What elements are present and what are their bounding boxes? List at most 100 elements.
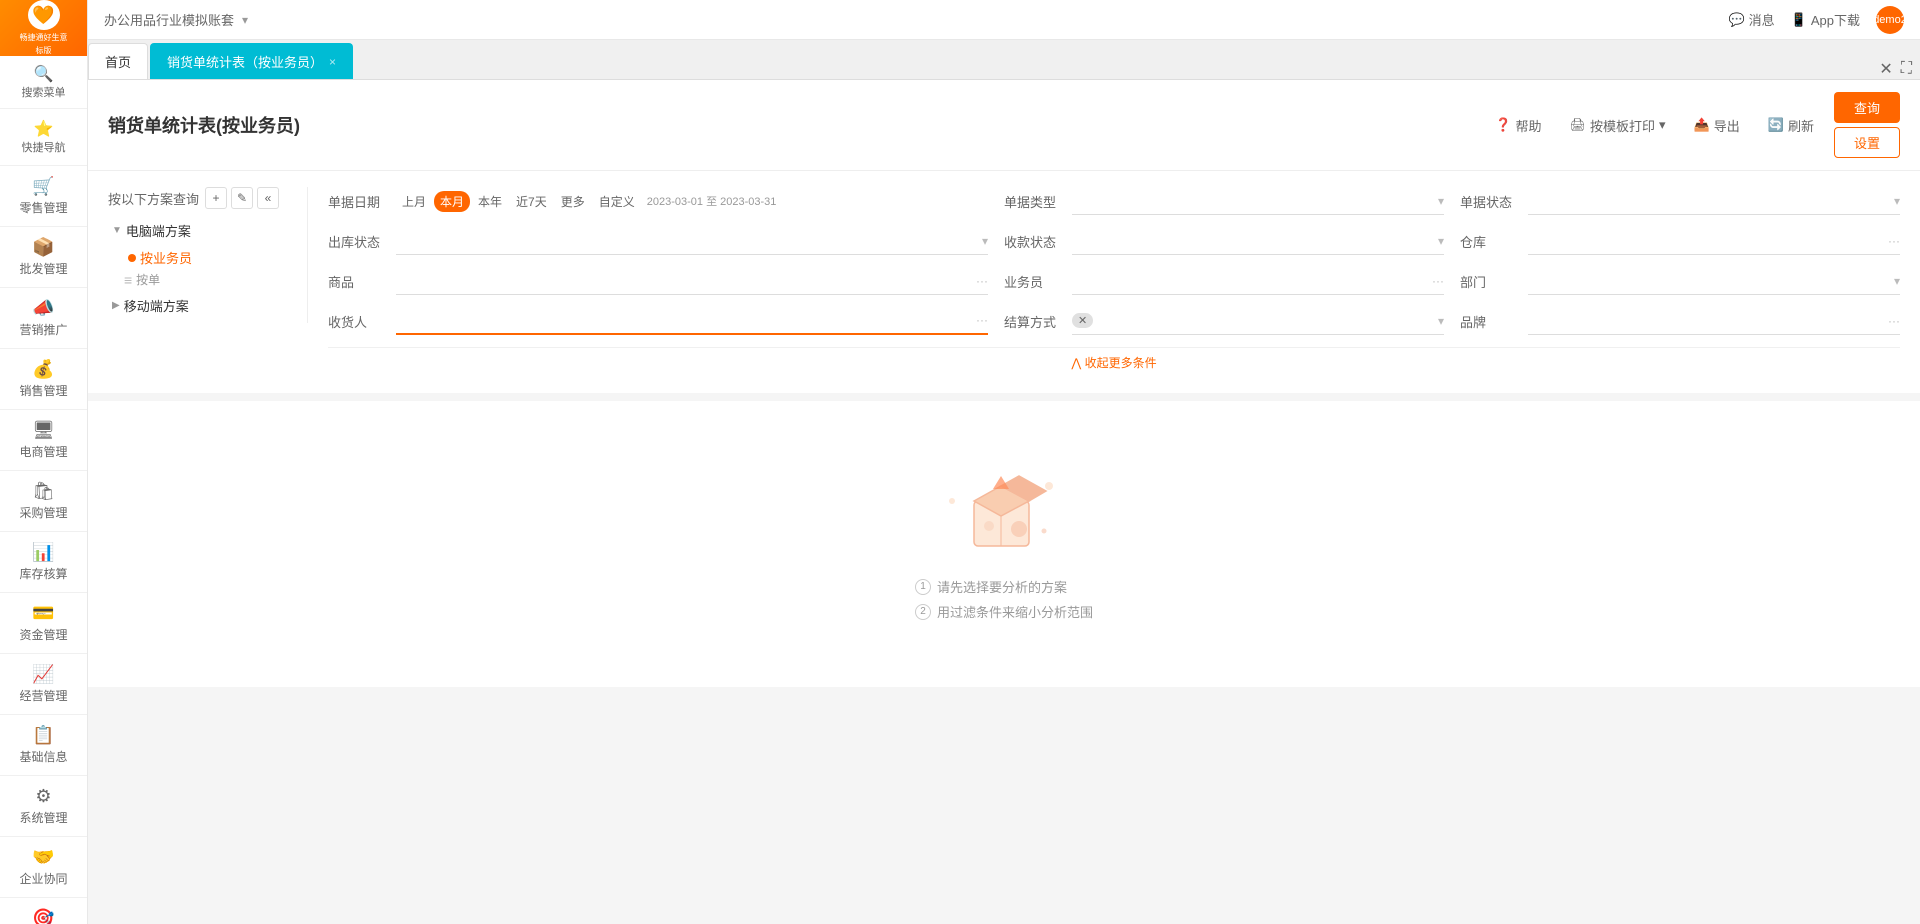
date-prev-month-tab[interactable]: 上月	[396, 191, 432, 212]
sidebar-item-marketing[interactable]: 📣 营销推广	[0, 288, 87, 349]
warehouse-input[interactable]: ···	[1528, 227, 1900, 255]
doc-type-dropdown-icon: ▾	[1438, 194, 1444, 208]
tab-close-icon[interactable]: ×	[329, 55, 336, 69]
out-status-label: 出库状态	[328, 232, 388, 251]
goods-more-icon: ···	[976, 274, 988, 288]
scheme-group-mobile-title[interactable]: ▶ 移动端方案	[108, 292, 291, 319]
message-btn[interactable]: 💬 消息	[1728, 10, 1774, 29]
sidebar-item-retail[interactable]: 🛒 零售管理	[0, 166, 87, 227]
sidebar-item-operations[interactable]: 📈 经营管理	[0, 654, 87, 715]
scheme-collapse-btn[interactable]: «	[257, 187, 279, 209]
goods-input[interactable]: ···	[396, 267, 988, 295]
print-btn[interactable]: 🖨 按模板打印 ▾	[1562, 112, 1674, 139]
export-btn[interactable]: 📤 导出	[1686, 112, 1748, 139]
doc-type-input[interactable]: ▾	[1072, 187, 1444, 215]
topbar-left: 办公用品行业模拟账套 ▾	[104, 10, 248, 29]
date-cur-year-tab[interactable]: 本年	[472, 191, 508, 212]
window-close-btn[interactable]: ✕	[1879, 59, 1892, 79]
filter-row-2: 出库状态 ▾ 收款状态 ▾ 仓库	[328, 227, 1900, 255]
consignee-input[interactable]: ···	[396, 307, 988, 335]
scheme-sub-by-order[interactable]: ≡ 按单	[108, 271, 291, 288]
refresh-icon: 🔄	[1768, 117, 1784, 133]
inventory-icon: 📊	[4, 542, 83, 563]
settle-clear-btn[interactable]: ✕	[1078, 314, 1087, 327]
settle-tag: ✕	[1072, 313, 1093, 328]
message-icon: 💬	[1728, 12, 1744, 28]
salesman-field: 业务员 ···	[1004, 267, 1444, 295]
goods-label: 商品	[328, 272, 388, 291]
scheme-edit-btn[interactable]: ✎	[231, 187, 253, 209]
sidebar-menu: 🛒 零售管理 📦 批发管理 📣 营销推广 💰 销售管理 🖥 电商管理 🛍 采购管…	[0, 166, 87, 924]
logo-text: 畅捷通好生意	[20, 32, 68, 43]
sidebar-item-system[interactable]: ⚙ 系统管理	[0, 776, 87, 837]
topbar-dropdown-arrow[interactable]: ▾	[242, 13, 248, 27]
date-7days-tab[interactable]: 近7天	[510, 191, 553, 212]
scheme-panel: 按以下方案查询 + ✎ «	[108, 187, 308, 323]
date-more-tab[interactable]: 更多	[555, 191, 591, 212]
logo-icon: 🧡	[28, 0, 60, 30]
brand-input[interactable]: ···	[1528, 307, 1900, 335]
sidebar-item-purchase[interactable]: 🛍 采购管理	[0, 471, 87, 532]
group-arrow-icon: ▼	[112, 225, 122, 236]
scheme-group-desktop-title[interactable]: ▼ 电脑端方案	[108, 217, 291, 244]
setting-button[interactable]: 设置	[1834, 127, 1900, 158]
tab-home[interactable]: 首页	[88, 43, 148, 79]
basic-icon: 📋	[4, 725, 83, 746]
out-status-input[interactable]: ▾	[396, 227, 988, 255]
filter-scheme: 按以下方案查询 + ✎ «	[108, 187, 1900, 377]
dept-dropdown-icon: ▾	[1894, 274, 1900, 288]
sidebar-item-sales[interactable]: 💰 销售管理	[0, 349, 87, 410]
sidebar-item-cooperation[interactable]: 🤝 企业协同	[0, 837, 87, 898]
sidebar-search[interactable]: 🔍 搜索菜单	[0, 56, 87, 109]
sidebar-item-basic[interactable]: 📋 基础信息	[0, 715, 87, 776]
sidebar-item-wholesale[interactable]: 📦 批发管理	[0, 227, 87, 288]
date-range-display: 2023-03-01 至 2023-03-31	[647, 193, 777, 209]
marketing-icon: 📣	[4, 298, 83, 319]
refresh-btn[interactable]: 🔄 刷新	[1760, 112, 1822, 139]
salesman-input[interactable]: ···	[1072, 267, 1444, 295]
topbar-title: 办公用品行业模拟账套	[104, 10, 234, 29]
settle-input[interactable]: ✕ ▾	[1072, 307, 1444, 335]
sidebar-shortcut[interactable]: ⭐ 快捷导航	[0, 109, 87, 166]
sidebar-logo[interactable]: 🧡 畅捷通好生意 标版	[0, 0, 87, 56]
main-area: 办公用品行业模拟账套 ▾ 💬 消息 📱 App下载 demo2 首页 销货单统计…	[88, 0, 1920, 924]
date-custom-tab[interactable]: 自定义	[593, 191, 641, 212]
sidebar-item-finance[interactable]: 💳 资金管理	[0, 593, 87, 654]
out-status-field: 出库状态 ▾	[328, 227, 988, 255]
window-max-btn[interactable]: ⛶	[1901, 60, 1912, 78]
sidebar-item-inventory[interactable]: 📊 库存核算	[0, 532, 87, 593]
collect-status-dropdown-icon: ▾	[1438, 234, 1444, 248]
settle-field: 结算方式 ✕ ▾	[1004, 307, 1444, 335]
filter-row-3: 商品 ··· 业务员 ··· 部门	[328, 267, 1900, 295]
doc-status-input[interactable]: ▾	[1528, 187, 1900, 215]
sales-icon: 💰	[4, 359, 83, 380]
scheme-add-btn[interactable]: +	[205, 187, 227, 209]
retail-icon: 🛒	[4, 176, 83, 197]
doc-status-label: 单据状态	[1460, 192, 1520, 211]
consignee-label: 收货人	[328, 312, 388, 331]
collapse-icon: «	[265, 191, 272, 205]
query-button[interactable]: 查询	[1834, 92, 1900, 123]
sidebar-item-ecommerce[interactable]: 🖥 电商管理	[0, 410, 87, 471]
active-tab-label: 销货单统计表（按业务员）	[167, 52, 323, 71]
user-avatar[interactable]: demo2	[1876, 6, 1904, 34]
export-icon: 📤	[1694, 117, 1710, 133]
date-cur-month-tab[interactable]: 本月	[434, 191, 470, 212]
tab-sales-stats[interactable]: 销货单统计表（按业务员） ×	[150, 43, 353, 79]
scheme-tree: ▼ 电脑端方案 按业务员 ≡ 按单	[108, 217, 291, 319]
scheme-item-by-salesman[interactable]: 按业务员	[108, 244, 291, 271]
sub-icon: ≡	[124, 272, 132, 288]
dept-input[interactable]: ▾	[1528, 267, 1900, 295]
sidebar-item-newbie[interactable]: 🎯 新手引导	[0, 898, 87, 924]
cooperation-icon: 🤝	[4, 847, 83, 868]
app-download-btn[interactable]: 📱 App下载	[1791, 10, 1860, 29]
collect-status-input[interactable]: ▾	[1072, 227, 1444, 255]
filter-row-1: 单据日期 上月 本月 本年 近7天 更多 自定义 2023-03-01 至 20…	[328, 187, 1900, 215]
collapse-arrow-icon: ⋀	[1071, 356, 1081, 370]
collapse-filters-btn[interactable]: ⋀ 收起更多条件	[328, 347, 1900, 377]
active-dot	[128, 254, 136, 262]
brand-field: 品牌 ···	[1460, 307, 1900, 335]
help-btn[interactable]: ❓ 帮助	[1487, 112, 1549, 139]
out-status-dropdown-icon: ▾	[982, 234, 988, 248]
doc-type-field: 单据类型 ▾	[1004, 187, 1444, 215]
